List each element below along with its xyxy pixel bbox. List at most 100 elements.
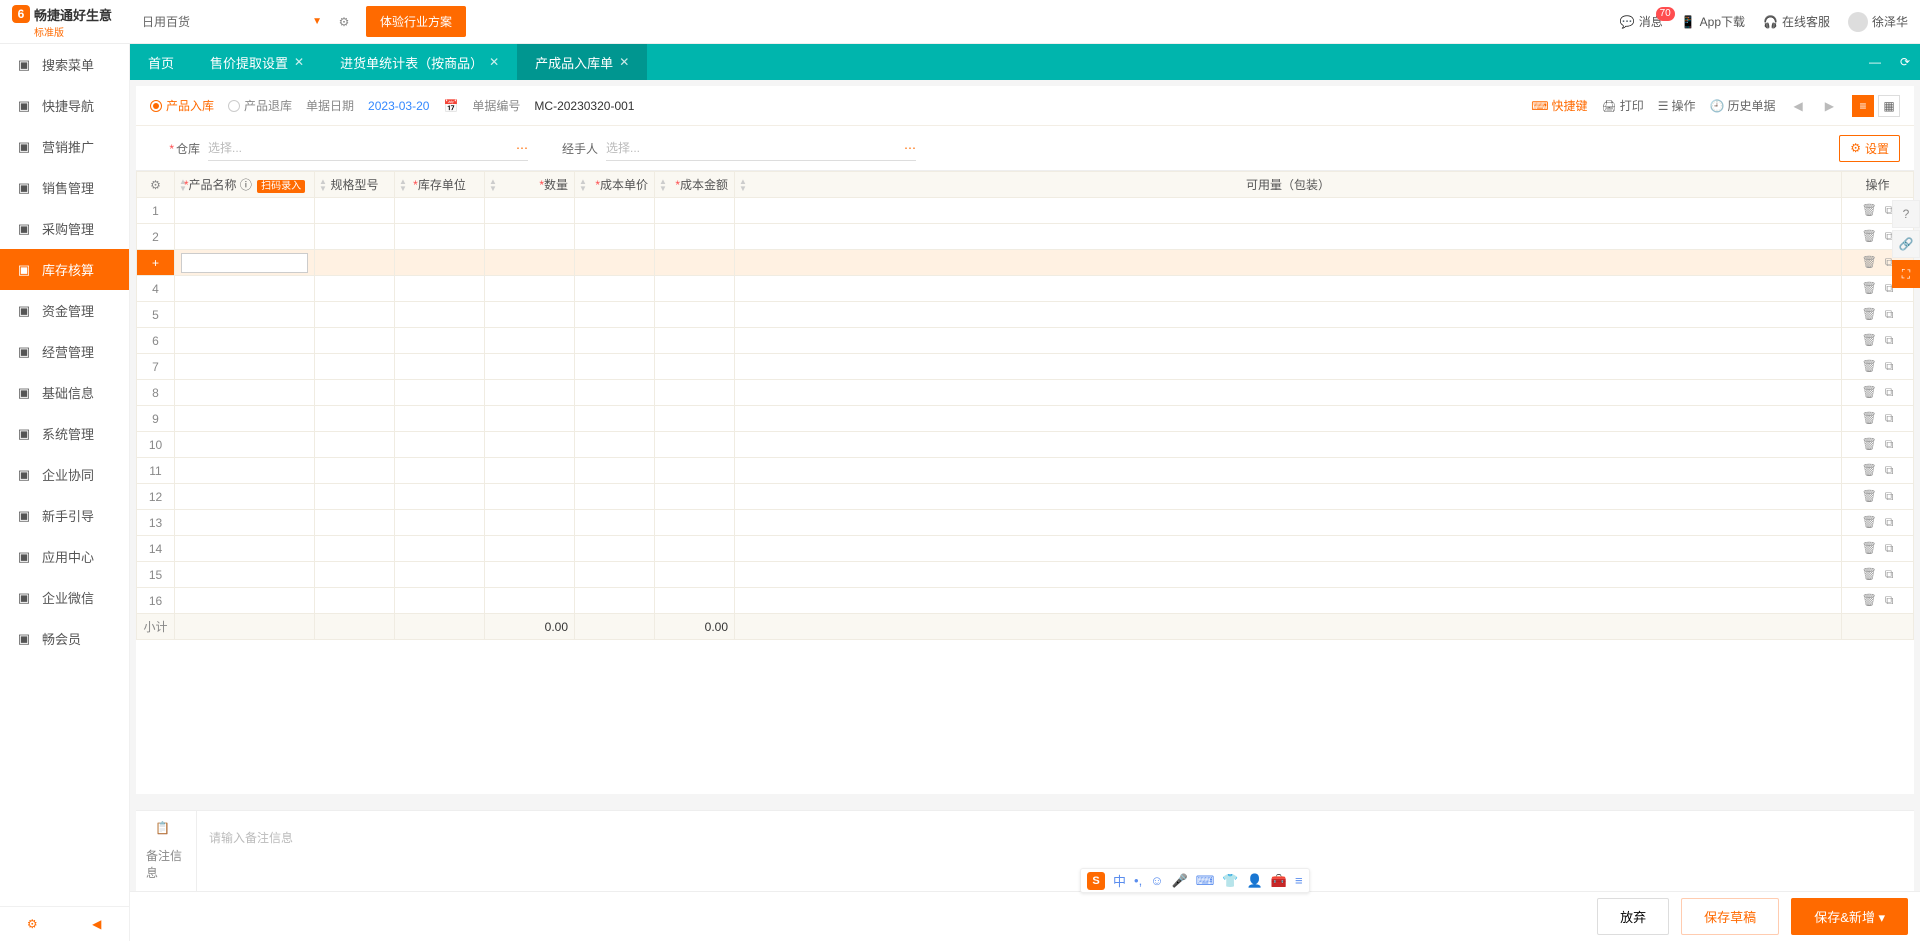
sidebar-item-8[interactable]: ▣基础信息: [0, 372, 129, 413]
table-row[interactable]: 11🗑⧉: [137, 458, 1914, 484]
copy-row-icon[interactable]: ⧉: [1881, 515, 1898, 529]
delete-row-icon[interactable]: 🗑: [1858, 541, 1881, 555]
warehouse-select[interactable]: 选择... ⋯: [208, 135, 528, 161]
table-row[interactable]: 16🗑⧉: [137, 588, 1914, 614]
tab-3[interactable]: 产成品入库单✕: [517, 44, 647, 80]
sidebar-item-6[interactable]: ▣资金管理: [0, 290, 129, 331]
sidebar-item-3[interactable]: ▣销售管理: [0, 167, 129, 208]
delete-row-icon[interactable]: 🗑: [1858, 411, 1881, 425]
col-config[interactable]: ⚙: [137, 172, 175, 198]
table-row[interactable]: 8🗑⧉: [137, 380, 1914, 406]
online-service-button[interactable]: 🎧 在线客服: [1763, 13, 1830, 30]
col-unit[interactable]: ▲▼*库存单位: [395, 172, 485, 198]
tab-refresh[interactable]: ⟳: [1890, 55, 1920, 69]
tab-2[interactable]: 进货单统计表（按商品）✕: [322, 44, 517, 80]
dock-link[interactable]: 🔗: [1892, 230, 1920, 258]
save-draft-button[interactable]: 保存草稿: [1681, 898, 1779, 935]
col-available[interactable]: ▲▼可用量（包装）: [735, 172, 1842, 198]
delete-row-icon[interactable]: 🗑: [1858, 359, 1881, 373]
delete-row-icon[interactable]: 🗑: [1858, 229, 1881, 243]
discard-button[interactable]: 放弃: [1597, 898, 1669, 935]
sidebar-collapse[interactable]: ◀: [65, 907, 130, 941]
table-row[interactable]: 10🗑⧉: [137, 432, 1914, 458]
copy-row-icon[interactable]: ⧉: [1881, 593, 1898, 607]
delete-row-icon[interactable]: 🗑: [1858, 437, 1881, 451]
dock-expand[interactable]: ⛶: [1892, 260, 1920, 288]
ime-punct-icon[interactable]: •,: [1134, 873, 1142, 888]
sidebar-settings[interactable]: ⚙: [0, 907, 65, 941]
sidebar-item-5[interactable]: ▣库存核算: [0, 249, 129, 290]
sidebar-item-4[interactable]: ▣采购管理: [0, 208, 129, 249]
sidebar-item-1[interactable]: ▣快捷导航: [0, 85, 129, 126]
copy-row-icon[interactable]: ⧉: [1881, 411, 1898, 425]
col-amount[interactable]: ▲▼*成本金额: [655, 172, 735, 198]
shortcut-link[interactable]: ⌨ 快捷键: [1531, 97, 1587, 114]
tab-1[interactable]: 售价提取设置✕: [192, 44, 322, 80]
add-row-icon[interactable]: +: [148, 255, 164, 271]
close-icon[interactable]: ✕: [294, 55, 304, 69]
delete-row-icon[interactable]: 🗑: [1858, 463, 1881, 477]
table-row[interactable]: 2🗑⧉: [137, 224, 1914, 250]
operate-link[interactable]: ☰ 操作: [1658, 97, 1696, 114]
radio-product-in[interactable]: 产品入库: [150, 97, 214, 114]
delete-row-icon[interactable]: 🗑: [1858, 515, 1881, 529]
ime-toolbox-icon[interactable]: 🧰: [1271, 873, 1287, 889]
history-link[interactable]: 🕘 历史单据: [1710, 97, 1776, 114]
delete-row-icon[interactable]: 🗑: [1858, 593, 1881, 607]
user-menu[interactable]: 徐泽华: [1848, 12, 1908, 32]
tab-minimize[interactable]: —: [1860, 55, 1890, 69]
delete-row-icon[interactable]: 🗑: [1858, 385, 1881, 399]
table-row[interactable]: 1🗑⧉: [137, 198, 1914, 224]
dock-help[interactable]: ?: [1892, 200, 1920, 228]
table-row[interactable]: 5🗑⧉: [137, 302, 1914, 328]
experience-button[interactable]: 体验行业方案: [366, 6, 466, 37]
sidebar-item-7[interactable]: ▣经营管理: [0, 331, 129, 372]
copy-row-icon[interactable]: ⧉: [1881, 489, 1898, 503]
col-price[interactable]: ▲▼*成本单价: [575, 172, 655, 198]
sidebar-item-12[interactable]: ▣应用中心: [0, 536, 129, 577]
ime-emoji-icon[interactable]: ☺: [1150, 873, 1163, 888]
copy-row-icon[interactable]: ⧉: [1881, 567, 1898, 581]
col-name[interactable]: ▲▼*产品名称 ⓘ 扫码录入: [175, 172, 315, 198]
table-row[interactable]: 9🗑⧉: [137, 406, 1914, 432]
table-row[interactable]: 12🗑⧉: [137, 484, 1914, 510]
copy-row-icon[interactable]: ⧉: [1881, 437, 1898, 451]
settings-button[interactable]: ⚙ 设置: [1839, 135, 1900, 162]
delete-row-icon[interactable]: 🗑: [1858, 307, 1881, 321]
ime-bar[interactable]: S 中 •, ☺ 🎤 ⌨ 👕 👤 🧰 ≡: [1080, 868, 1310, 893]
sidebar-item-9[interactable]: ▣系统管理: [0, 413, 129, 454]
ime-skin-icon[interactable]: 👕: [1222, 873, 1238, 889]
copy-row-icon[interactable]: ⧉: [1881, 541, 1898, 555]
table-row[interactable]: 4🗑⧉: [137, 276, 1914, 302]
delete-row-icon[interactable]: 🗑: [1858, 281, 1881, 295]
table-row[interactable]: 13🗑⧉: [137, 510, 1914, 536]
ime-keyboard-icon[interactable]: ⌨: [1196, 873, 1215, 889]
ime-lang[interactable]: 中: [1113, 871, 1126, 890]
delete-row-icon[interactable]: 🗑: [1858, 333, 1881, 347]
delete-row-icon[interactable]: 🗑: [1858, 567, 1881, 581]
close-icon[interactable]: ✕: [489, 55, 499, 69]
settings-icon[interactable]: ⚙: [332, 10, 356, 34]
delete-row-icon[interactable]: 🗑: [1858, 489, 1881, 503]
copy-row-icon[interactable]: ⧉: [1881, 359, 1898, 373]
table-row[interactable]: 6🗑⧉: [137, 328, 1914, 354]
app-download-button[interactable]: 📱 App下载: [1681, 13, 1745, 30]
remark-input[interactable]: 请输入备注信息: [196, 811, 1914, 891]
close-icon[interactable]: ✕: [619, 55, 629, 69]
radio-product-out[interactable]: 产品退库: [228, 97, 292, 114]
prev-doc[interactable]: ◀: [1790, 99, 1807, 113]
sidebar-item-2[interactable]: ▣营销推广: [0, 126, 129, 167]
copy-row-icon[interactable]: ⧉: [1881, 333, 1898, 347]
warehouse-more[interactable]: ⋯: [516, 141, 528, 155]
copy-row-icon[interactable]: ⧉: [1881, 385, 1898, 399]
ime-mic-icon[interactable]: 🎤: [1171, 873, 1187, 889]
ime-user-icon[interactable]: 👤: [1247, 873, 1263, 889]
table-row[interactable]: 7🗑⧉: [137, 354, 1914, 380]
table-row[interactable]: 14🗑⧉: [137, 536, 1914, 562]
copy-row-icon[interactable]: ⧉: [1881, 463, 1898, 477]
sidebar-item-11[interactable]: ▣新手引导: [0, 495, 129, 536]
date-value[interactable]: 2023-03-20: [368, 99, 429, 113]
print-link[interactable]: 🖨 打印: [1602, 97, 1644, 114]
sidebar-item-10[interactable]: ▣企业协同: [0, 454, 129, 495]
view-list[interactable]: ≡: [1852, 95, 1874, 117]
